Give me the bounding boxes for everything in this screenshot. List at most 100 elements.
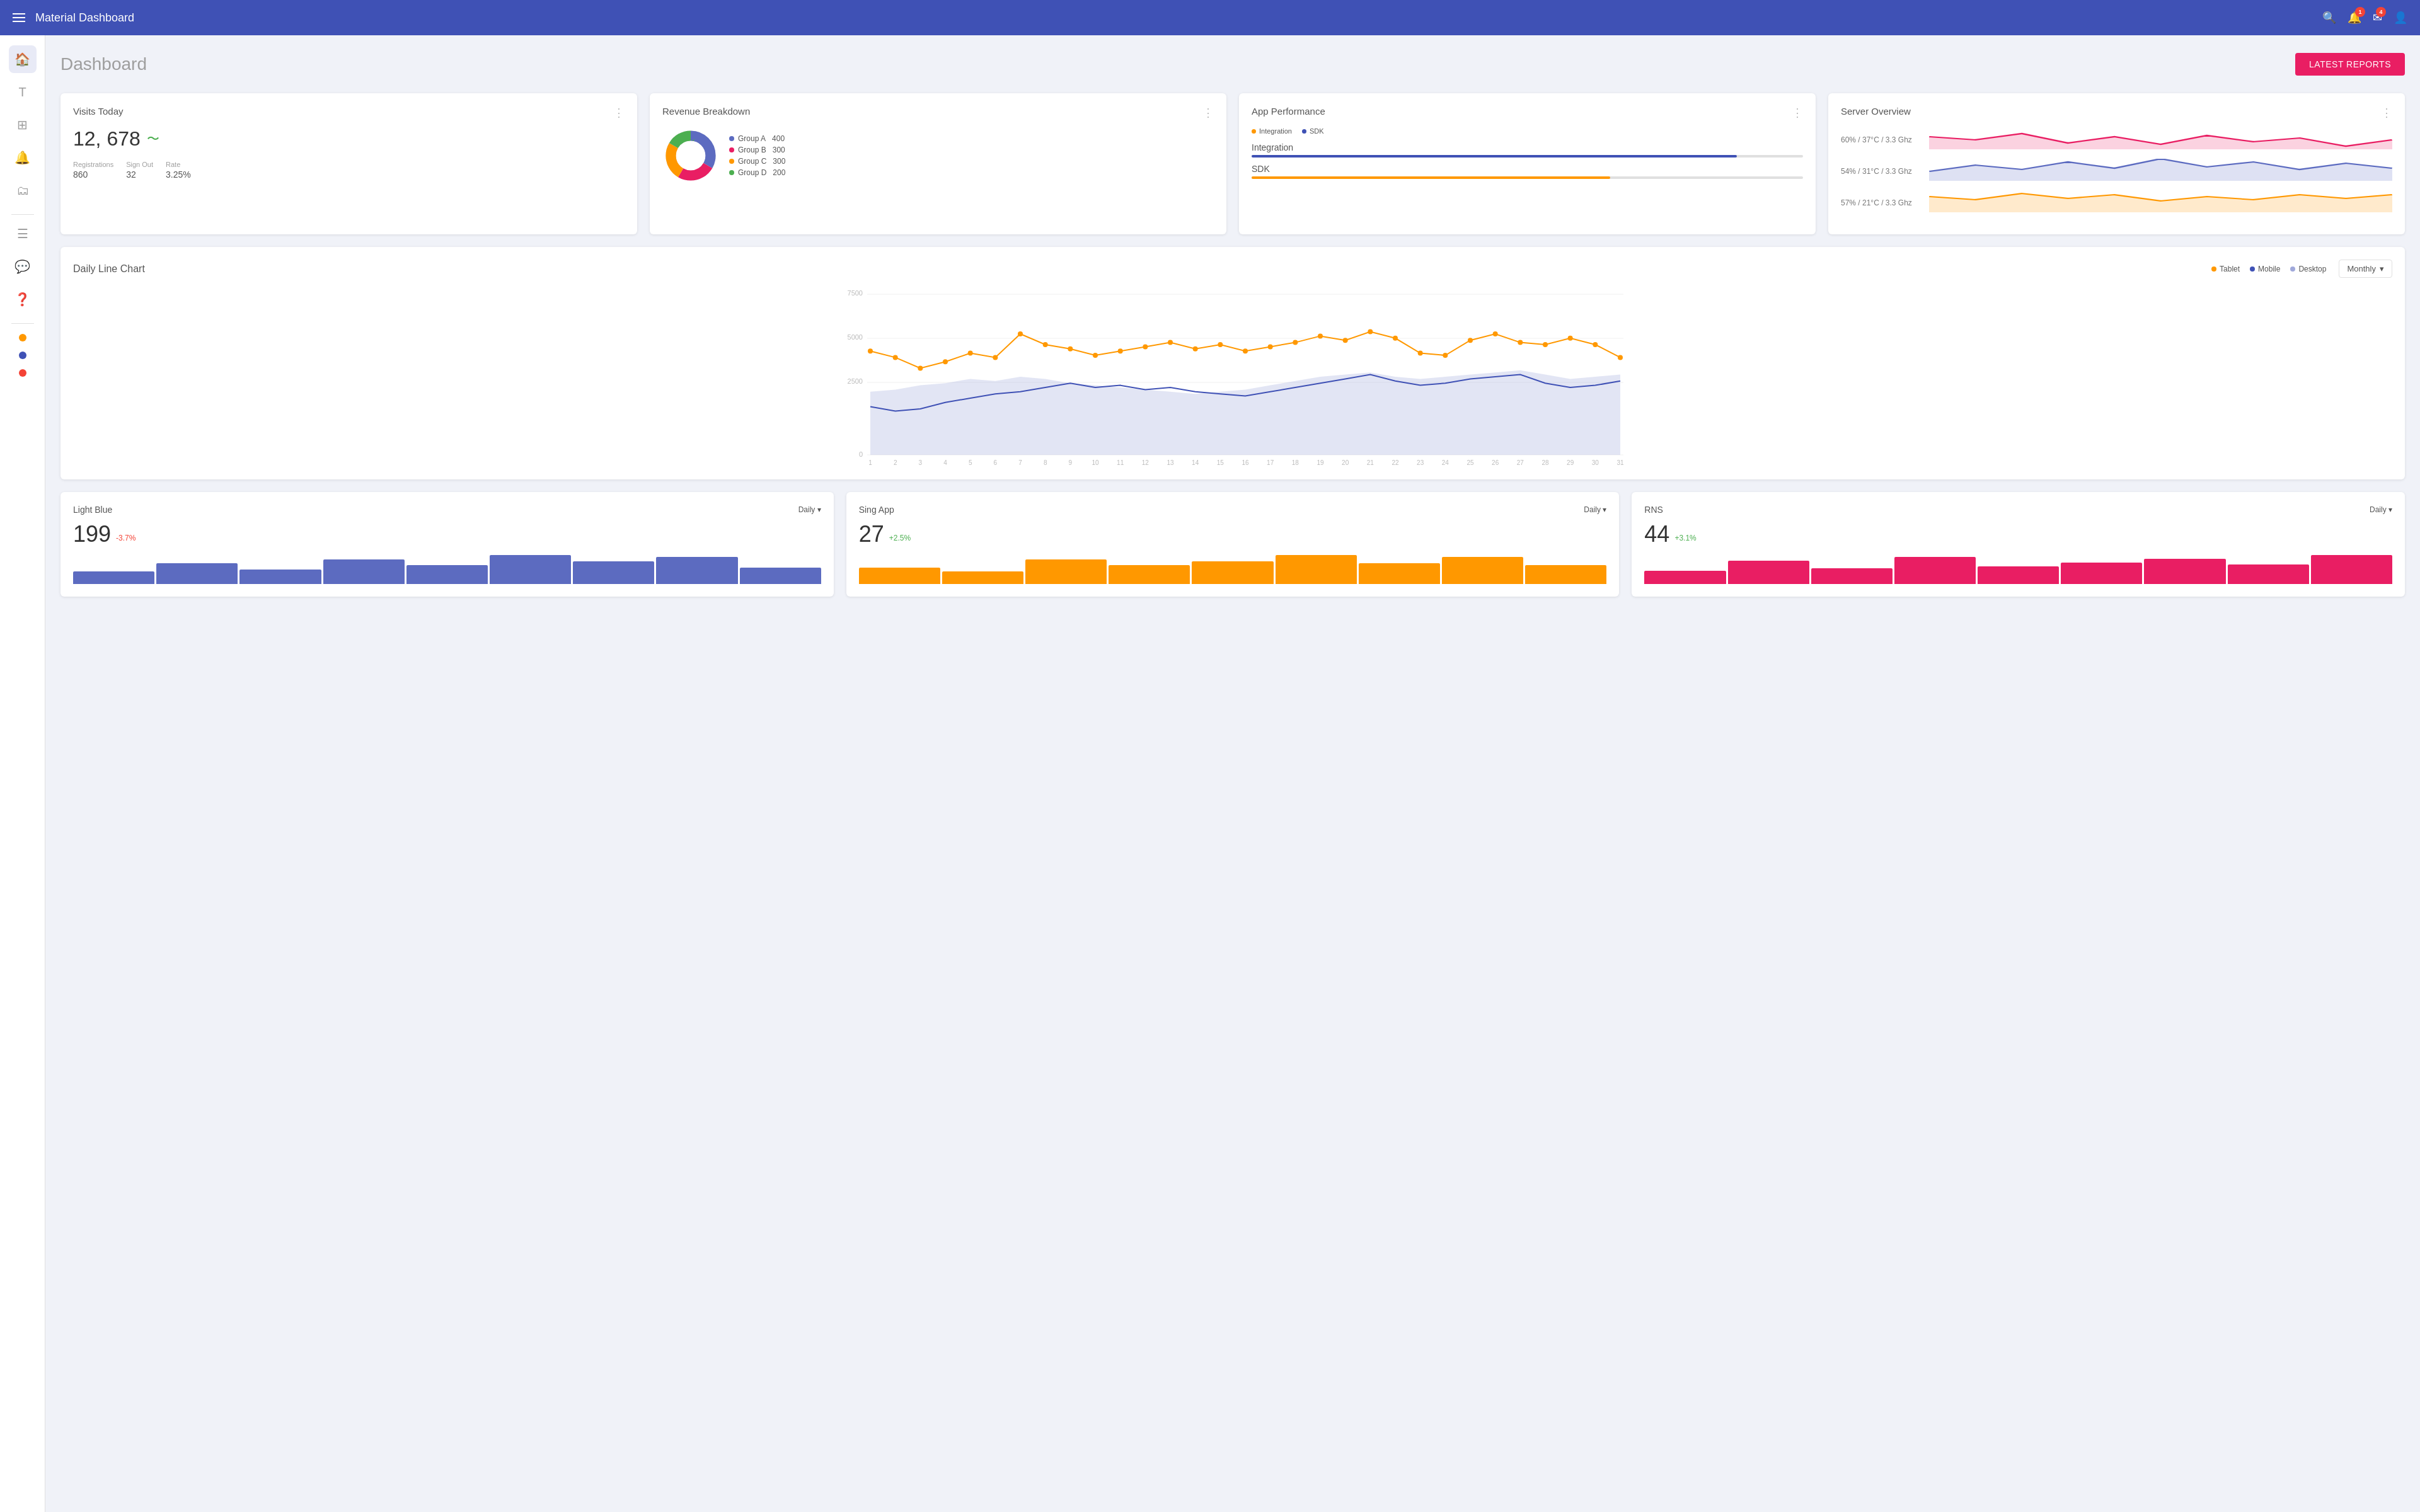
app-perf-menu[interactable]: ⋮	[1792, 106, 1803, 120]
cards-grid: Visits Today ⋮ 12, 678 〜 Registrations 8…	[60, 93, 2405, 234]
perf-dot	[1252, 129, 1256, 134]
x-label: 11	[1117, 459, 1124, 466]
sidebar-dot-orange[interactable]	[19, 334, 26, 341]
monthly-dropdown[interactable]: Monthly ▾	[2339, 260, 2392, 278]
server-title: Server Overview	[1841, 106, 1911, 117]
x-label: 21	[1367, 459, 1374, 466]
app-perf-card: App Performance ⋮ Integration SDK Integr…	[1239, 93, 1816, 234]
search-button[interactable]: 🔍	[2322, 11, 2336, 25]
svg-text:2500: 2500	[848, 377, 863, 385]
visits-title: Visits Today	[73, 106, 124, 117]
bottom-bar-4	[406, 565, 488, 584]
server-label: 57% / 21°C / 3.3 Ghz	[1841, 198, 1923, 207]
bottom-bar-1	[156, 563, 238, 584]
daily-chart-card: Daily Line Chart Tablet Mobile Desktop M…	[60, 247, 2405, 479]
x-label: 31	[1616, 459, 1624, 466]
bottom-bar-0	[73, 571, 154, 584]
chart-legend-item: Mobile	[2250, 265, 2280, 273]
bottom-value: 199	[73, 521, 111, 547]
tablet-dot	[1543, 342, 1548, 347]
bottom-change: -3.7%	[116, 534, 135, 542]
sidebar-item-chat[interactable]: 💬	[9, 253, 37, 280]
bottom-cards: Light Blue Daily ▾ 199 -3.7% Sing App Da…	[60, 492, 2405, 597]
signout-value: 32	[126, 169, 153, 180]
sidebar-item-bell[interactable]: 🔔	[9, 144, 37, 171]
bottom-bar-7	[1442, 557, 1523, 584]
legend-dot	[729, 147, 734, 152]
bottom-value: 44	[1644, 521, 1669, 547]
tablet-dot	[1243, 348, 1248, 353]
sidebar-dot-red[interactable]	[19, 369, 26, 377]
tablet-dot	[943, 359, 948, 364]
tablet-dot	[1343, 338, 1348, 343]
bottom-card-header: Sing App Daily ▾	[859, 505, 1607, 515]
server-sparkline	[1929, 127, 2392, 152]
bottom-card-title: Light Blue	[73, 505, 112, 515]
bottom-change: +2.5%	[889, 534, 911, 542]
stat-rate: Rate 3.25%	[166, 161, 191, 180]
sidebar-item-layers[interactable]: 🗂	[9, 176, 37, 204]
bottom-bar-3	[323, 559, 405, 584]
tablet-dot	[918, 365, 923, 370]
legend-item: Group C 300	[729, 157, 785, 166]
bottom-card-dropdown[interactable]: Daily ▾	[798, 505, 821, 514]
bottom-card: Sing App Daily ▾ 27 +2.5%	[846, 492, 1620, 597]
chart-header: Daily Line Chart Tablet Mobile Desktop M…	[73, 260, 2392, 278]
revenue-menu[interactable]: ⋮	[1202, 106, 1214, 120]
x-label: 16	[1242, 459, 1249, 466]
x-label: 30	[1592, 459, 1599, 466]
tablet-dot	[1368, 329, 1373, 335]
bottom-bar-7	[2228, 564, 2309, 584]
bottom-bar-4	[1192, 561, 1273, 584]
sidebar-item-home[interactable]: 🏠	[9, 45, 37, 73]
bottom-card-dropdown[interactable]: Daily ▾	[2370, 505, 2392, 514]
bottom-card-dropdown[interactable]: Daily ▾	[1584, 505, 1606, 514]
bottom-bar-7	[656, 557, 737, 584]
sidebar-item-list[interactable]: ☰	[9, 220, 37, 248]
perf-legend-label: SDK	[1310, 127, 1324, 135]
revenue-card-header: Revenue Breakdown ⋮	[662, 106, 1214, 120]
bottom-bars	[73, 553, 821, 584]
hamburger-menu[interactable]	[13, 13, 25, 22]
account-button[interactable]: 👤	[2394, 11, 2407, 25]
server-header: Server Overview ⋮	[1841, 106, 2392, 120]
sidebar-dot-blue[interactable]	[19, 352, 26, 359]
legend-label: Group C	[738, 157, 766, 166]
mail-badge: 4	[2376, 7, 2386, 17]
server-menu[interactable]: ⋮	[2381, 106, 2392, 120]
perf-bar-row: SDK	[1252, 164, 1803, 179]
bottom-bar-3	[1894, 557, 1976, 584]
tablet-dot	[1443, 353, 1448, 358]
chart-legend-dot	[2290, 266, 2295, 272]
x-label: 17	[1267, 459, 1274, 466]
bottom-card: Light Blue Daily ▾ 199 -3.7%	[60, 492, 834, 597]
sidebar-item-text[interactable]: T	[9, 78, 37, 106]
sidebar-item-grid[interactable]: ⊞	[9, 111, 37, 139]
server-rows: 60% / 37°C / 3.3 Ghz 54% / 31°C / 3.3 Gh…	[1841, 127, 2392, 215]
tablet-dot	[993, 355, 998, 360]
mail-button[interactable]: ✉ 4	[2373, 11, 2382, 25]
server-card: Server Overview ⋮ 60% / 37°C / 3.3 Ghz 5…	[1828, 93, 2405, 234]
dropdown-chevron: ▾	[2380, 264, 2384, 273]
bottom-card-header: RNS Daily ▾	[1644, 505, 2392, 515]
app-perf-header: App Performance ⋮	[1252, 106, 1803, 120]
server-row: 57% / 21°C / 3.3 Ghz	[1841, 190, 2392, 215]
notifications-button[interactable]: 🔔 1	[2348, 11, 2361, 25]
sidebar-item-help[interactable]: ❓	[9, 285, 37, 313]
legend-dot	[729, 136, 734, 141]
bottom-value-row: 44 +3.1%	[1644, 521, 2392, 547]
visits-card-header: Visits Today ⋮	[73, 106, 625, 120]
visits-value-row: 12, 678 〜	[73, 127, 625, 151]
x-label: 29	[1567, 459, 1574, 466]
x-label: 28	[1541, 459, 1549, 466]
x-label: 5	[969, 459, 972, 466]
bottom-bar-6	[1359, 563, 1440, 584]
bottom-bar-0	[859, 568, 940, 584]
x-label: 26	[1492, 459, 1499, 466]
tablet-dot	[1218, 342, 1223, 347]
registrations-label: Registrations	[73, 161, 113, 168]
bottom-bar-2	[1025, 559, 1107, 584]
visits-menu[interactable]: ⋮	[613, 106, 625, 120]
latest-reports-button[interactable]: Latest Reports	[2295, 53, 2405, 76]
x-label: 14	[1192, 459, 1199, 466]
